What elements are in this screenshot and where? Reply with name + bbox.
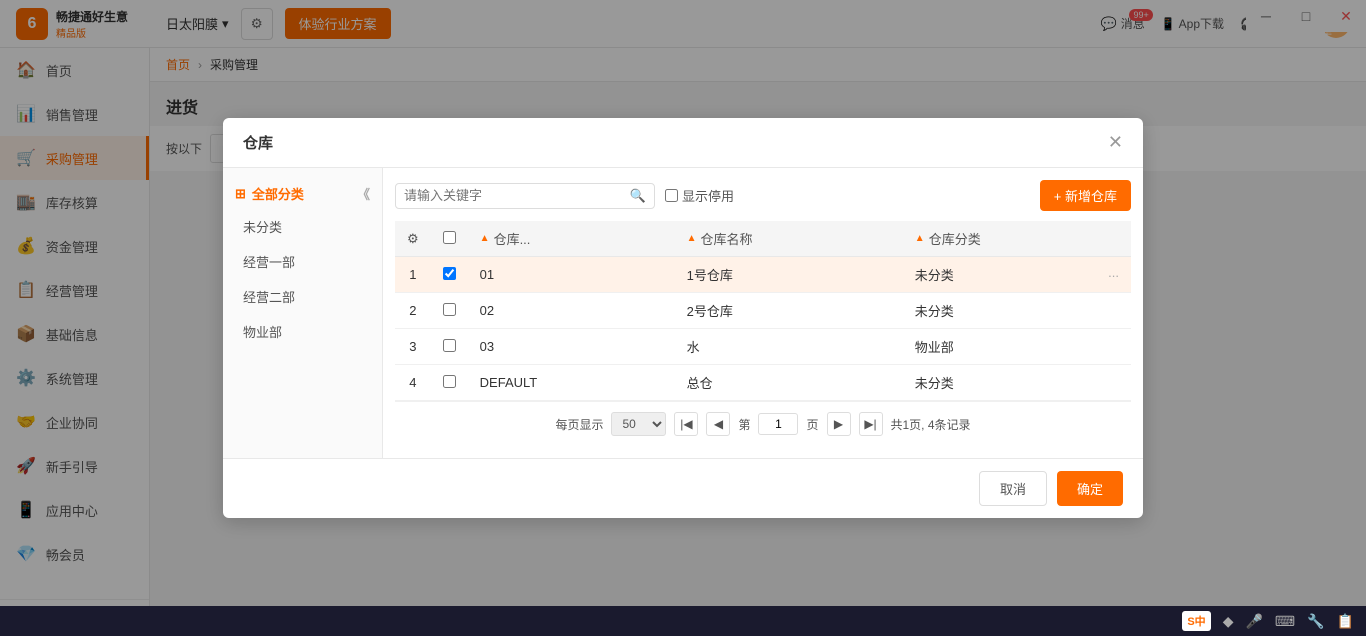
settings-icon[interactable]: ⚙ — [407, 231, 419, 246]
row-name: 水 — [675, 329, 903, 365]
confirm-button[interactable]: 确定 — [1057, 471, 1123, 506]
category-all[interactable]: ⊞ 全部分类 《 — [223, 178, 382, 209]
row-category: 物业部 — [903, 329, 1131, 365]
row-checkbox[interactable] — [443, 339, 456, 352]
modal-footer: 取消 确定 — [223, 458, 1143, 518]
prev-page-btn[interactable]: ◀ — [706, 412, 730, 436]
row-checkbox[interactable] — [443, 267, 456, 280]
modal-close-button[interactable]: ✕ — [1108, 132, 1123, 153]
select-all-checkbox[interactable] — [443, 231, 456, 244]
row-category: 未分类... — [903, 257, 1131, 293]
row-category: 未分类 — [903, 293, 1131, 329]
search-icon[interactable]: 🔍 — [630, 188, 646, 204]
table-row[interactable]: 1 01 1号仓库 未分类... — [395, 257, 1131, 293]
row-checkbox[interactable] — [443, 375, 456, 388]
table-body: 1 01 1号仓库 未分类... 2 02 2号仓库 未分类 3 03 水 物业… — [395, 257, 1131, 401]
table-row[interactable]: 3 03 水 物业部 — [395, 329, 1131, 365]
row-index: 4 — [395, 365, 431, 401]
clipboard-icon[interactable]: 📋 — [1337, 613, 1354, 630]
next-page-btn[interactable]: ▶ — [827, 412, 851, 436]
grid-icon: ⊞ — [235, 186, 246, 202]
collapse-icon[interactable]: 《 — [357, 184, 370, 203]
search-box: 🔍 — [395, 183, 655, 209]
row-actions-icon[interactable]: ... — [1108, 265, 1119, 280]
sort-icon-cat: ▲ — [915, 233, 925, 244]
category-sidebar: ⊞ 全部分类 《 未分类 经营一部 经营二部 物业部 — [223, 168, 383, 458]
row-checkbox-cell — [431, 365, 468, 401]
table-toolbar: 🔍 显示停用 + 新增仓库 — [395, 180, 1131, 211]
header-category: ▲ 仓库分类 — [903, 221, 1131, 257]
sort-icon-name: ▲ — [687, 233, 697, 244]
header-checkbox-col — [431, 221, 468, 257]
show-disabled-checkbox[interactable] — [665, 189, 678, 202]
row-index: 1 — [395, 257, 431, 293]
row-code: 01 — [468, 257, 675, 293]
row-checkbox-cell — [431, 293, 468, 329]
modal-title: 仓库 — [243, 132, 273, 153]
mic-icon[interactable]: 🎤 — [1245, 613, 1262, 630]
header-name: ▲ 仓库名称 — [675, 221, 903, 257]
status-bar: S中 ◆ 🎤 ⌨ 🔧 📋 — [0, 606, 1366, 636]
table-container: ⚙ ▲ 仓库... — [395, 221, 1131, 401]
category-item-uncategorized[interactable]: 未分类 — [223, 209, 382, 244]
tool-icon[interactable]: 🔧 — [1307, 613, 1324, 630]
row-index: 2 — [395, 293, 431, 329]
warehouse-modal: 仓库 ✕ ⊞ 全部分类 《 未分类 经营一部 — [223, 118, 1143, 518]
row-code: 02 — [468, 293, 675, 329]
row-code: DEFAULT — [468, 365, 675, 401]
row-index: 3 — [395, 329, 431, 365]
row-category: 未分类 — [903, 365, 1131, 401]
row-code: 03 — [468, 329, 675, 365]
category-item-property[interactable]: 物业部 — [223, 314, 382, 349]
last-page-btn[interactable]: ▶| — [859, 412, 883, 436]
row-checkbox-cell — [431, 257, 468, 293]
row-name: 1号仓库 — [675, 257, 903, 293]
table-area: 🔍 显示停用 + 新增仓库 ⚙ — [383, 168, 1143, 458]
header-code: ▲ 仓库... — [468, 221, 675, 257]
row-checkbox[interactable] — [443, 303, 456, 316]
header-settings: ⚙ — [395, 221, 431, 257]
row-name: 2号仓库 — [675, 293, 903, 329]
keyboard-icon[interactable]: ⌨ — [1275, 613, 1295, 630]
page-number-input[interactable] — [758, 413, 798, 435]
modal-body: ⊞ 全部分类 《 未分类 经营一部 经营二部 物业部 — [223, 168, 1143, 458]
table-row[interactable]: 2 02 2号仓库 未分类 — [395, 293, 1131, 329]
table-row[interactable]: 4 DEFAULT 总仓 未分类 — [395, 365, 1131, 401]
pagination: 每页显示 50 100 200 |◀ ◀ 第 页 ▶ ▶| 共1页, 4条记录 — [395, 401, 1131, 446]
szhong-icon[interactable]: S中 — [1182, 611, 1210, 631]
cancel-button[interactable]: 取消 — [979, 471, 1047, 506]
show-disabled-label[interactable]: 显示停用 — [665, 186, 734, 205]
page-size-select[interactable]: 50 100 200 — [611, 412, 666, 436]
table-header: ⚙ ▲ 仓库... — [395, 221, 1131, 257]
row-name: 总仓 — [675, 365, 903, 401]
sort-icon: ▲ — [480, 233, 490, 244]
row-checkbox-cell — [431, 329, 468, 365]
add-warehouse-button[interactable]: + 新增仓库 — [1040, 180, 1131, 211]
diamond-icon[interactable]: ◆ — [1223, 613, 1234, 630]
warehouse-table: ⚙ ▲ 仓库... — [395, 221, 1131, 401]
modal-overlay: 仓库 ✕ ⊞ 全部分类 《 未分类 经营一部 — [0, 0, 1366, 636]
category-item-ops2[interactable]: 经营二部 — [223, 279, 382, 314]
modal-header: 仓库 ✕ — [223, 118, 1143, 168]
category-item-ops1[interactable]: 经营一部 — [223, 244, 382, 279]
search-input[interactable] — [404, 188, 624, 203]
first-page-btn[interactable]: |◀ — [674, 412, 698, 436]
